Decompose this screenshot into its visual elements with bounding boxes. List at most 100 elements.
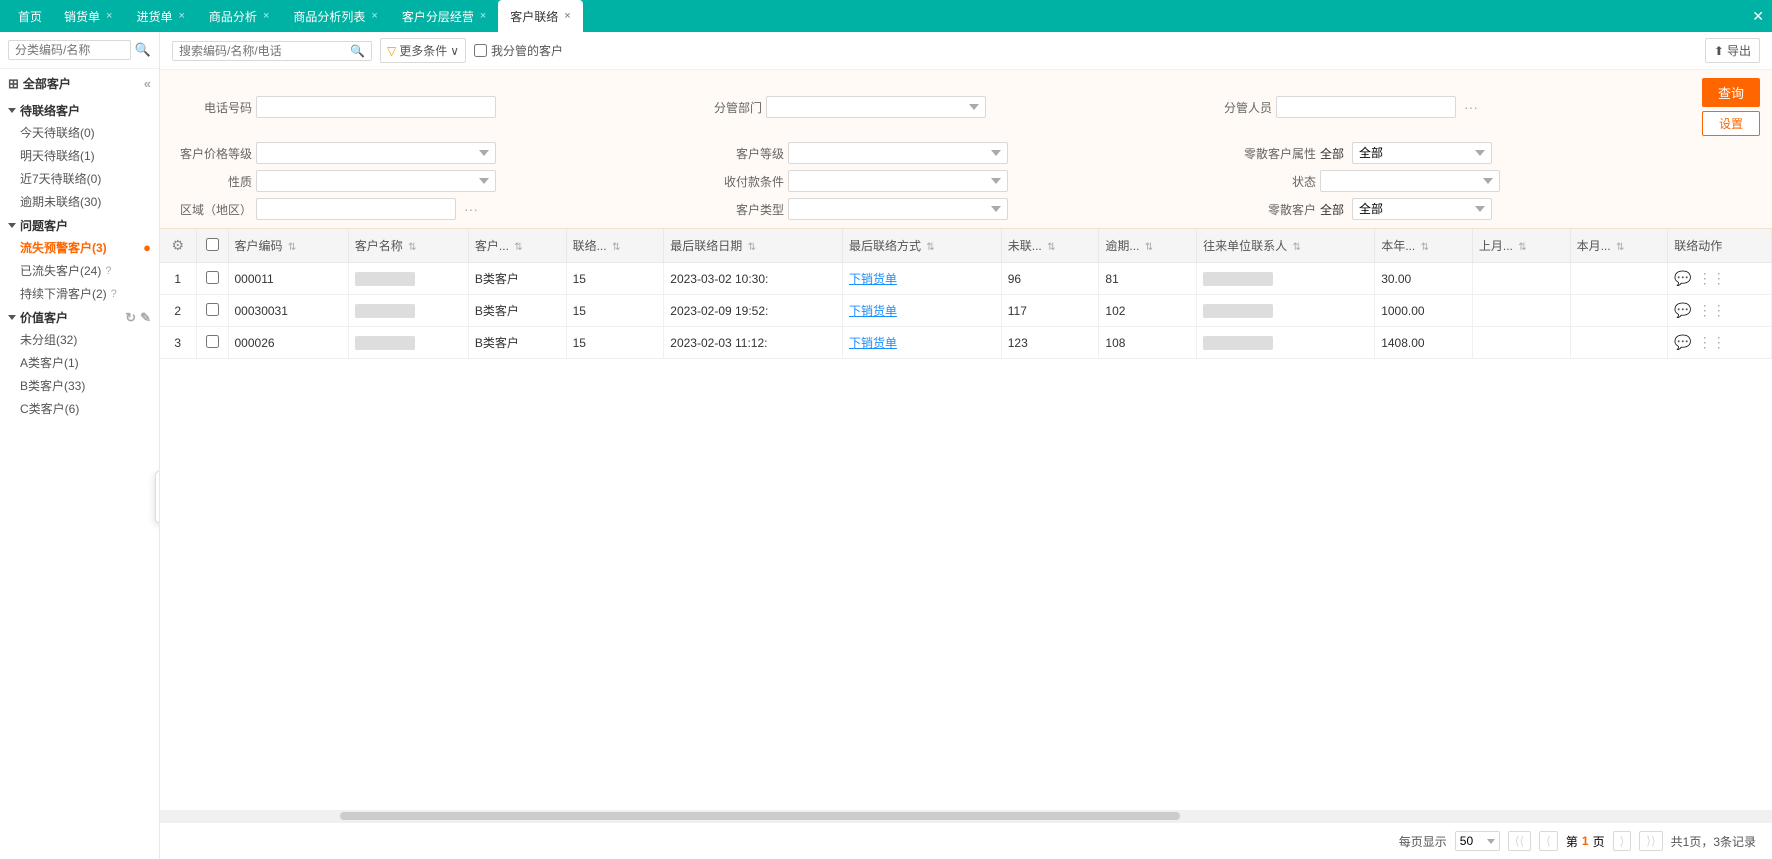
price-level-select[interactable] bbox=[256, 142, 496, 164]
payment-select[interactable] bbox=[788, 170, 1008, 192]
sidebar-item-a-class[interactable]: A类客户(1) bbox=[0, 351, 159, 374]
horizontal-scrollbar[interactable] bbox=[160, 810, 1772, 822]
sidebar-item-declining[interactable]: 持续下滑客户(2) ? bbox=[0, 282, 159, 305]
my-customers-check[interactable]: 我分管的客户 bbox=[474, 42, 563, 59]
close-tab-customer-segment[interactable]: × bbox=[480, 10, 486, 22]
close-tab-product-analysis[interactable]: × bbox=[263, 10, 269, 22]
sidebar-root[interactable]: ⊞ 全部客户 « bbox=[0, 69, 159, 98]
filter-cell-dept: 分管部门 bbox=[682, 96, 1184, 118]
row1-more-icon[interactable]: ⋮⋮ bbox=[1698, 270, 1726, 287]
tab-home[interactable]: 首页 bbox=[8, 8, 52, 25]
retail-cust-label: 零散客户 bbox=[1236, 201, 1316, 218]
col-last-month[interactable]: 上月... ⇅ bbox=[1472, 229, 1570, 263]
col-name[interactable]: 客户名称 ⇅ bbox=[348, 229, 468, 263]
edit-value-icon[interactable]: ✎ bbox=[140, 310, 151, 326]
col-person[interactable]: 往来单位联系人 ⇅ bbox=[1197, 229, 1375, 263]
person-dots-btn[interactable]: ··· bbox=[1460, 99, 1482, 115]
info-icon-declining[interactable]: ? bbox=[111, 288, 117, 300]
retail-attr-select[interactable]: 全部 bbox=[1352, 142, 1492, 164]
col-unlinked[interactable]: 未联... ⇅ bbox=[1001, 229, 1099, 263]
search-input[interactable] bbox=[179, 44, 346, 58]
region-dots-btn[interactable]: ··· bbox=[460, 201, 482, 217]
cust-level-select[interactable] bbox=[788, 142, 1008, 164]
col-this-month[interactable]: 本月... ⇅ bbox=[1570, 229, 1668, 263]
sidebar-pending-contact[interactable]: 待联络客户 bbox=[0, 98, 159, 121]
close-tab-customer-contact[interactable]: × bbox=[564, 10, 570, 22]
person-input[interactable] bbox=[1276, 96, 1456, 118]
export-btn[interactable]: ⬆ 导出 bbox=[1705, 38, 1760, 63]
row3-method-link[interactable]: 下销货单 bbox=[849, 336, 897, 350]
col-contact[interactable]: 联络... ⇅ bbox=[566, 229, 664, 263]
query-btn[interactable]: 查询 bbox=[1702, 78, 1760, 107]
sidebar-item-c-class[interactable]: C类客户(6) bbox=[0, 397, 159, 420]
refresh-value-icon[interactable]: ↻ bbox=[125, 310, 136, 326]
select-all-checkbox[interactable] bbox=[206, 238, 219, 251]
tab-product-analysis[interactable]: 商品分析 × bbox=[197, 0, 281, 32]
row2-more-icon[interactable]: ⋮⋮ bbox=[1698, 302, 1726, 319]
col-last-date[interactable]: 最后联络日期 ⇅ bbox=[664, 229, 843, 263]
cust-type-select[interactable] bbox=[788, 198, 1008, 220]
tab-sales[interactable]: 销货单 × bbox=[52, 0, 124, 32]
row2-method-link[interactable]: 下销货单 bbox=[849, 304, 897, 318]
row1-chat-icon[interactable]: 💬 bbox=[1674, 270, 1691, 287]
sidebar-item-today[interactable]: 今天待联络(0) bbox=[0, 121, 159, 144]
column-settings-icon[interactable]: ⚙ bbox=[171, 237, 184, 253]
scroll-thumb[interactable] bbox=[340, 812, 1180, 820]
tab-customer-segment[interactable]: 客户分层经营 × bbox=[390, 0, 498, 32]
row1-action: 💬 ⋮⋮ bbox=[1668, 263, 1772, 295]
sidebar-problem-customers[interactable]: 问题客户 bbox=[0, 213, 159, 236]
sidebar-collapse-btn[interactable]: « bbox=[144, 76, 151, 91]
row2-select[interactable] bbox=[206, 303, 219, 316]
nature-select[interactable] bbox=[256, 170, 496, 192]
table-header-row: ⚙ 客户编码 ⇅ 客户名称 ⇅ bbox=[160, 229, 1772, 263]
sidebar-item-overdue[interactable]: 逾期未联络(30) bbox=[0, 190, 159, 213]
more-conditions-btn[interactable]: ▽ 更多条件 ∨ bbox=[380, 38, 466, 63]
sidebar-item-tomorrow[interactable]: 明天待联络(1) bbox=[0, 144, 159, 167]
prev-page-btn[interactable]: ⟨ bbox=[1539, 831, 1558, 851]
close-tab-product-list[interactable]: × bbox=[371, 10, 377, 22]
region-input[interactable] bbox=[256, 198, 456, 220]
search-icon[interactable]: 🔍 bbox=[350, 44, 365, 58]
settings-btn[interactable]: 设置 bbox=[1702, 111, 1760, 136]
phone-input[interactable] bbox=[256, 96, 496, 118]
close-tab-purchase[interactable]: × bbox=[178, 10, 184, 22]
my-customers-checkbox[interactable] bbox=[474, 44, 487, 57]
row2-year: 1000.00 bbox=[1375, 295, 1473, 327]
close-window-btn[interactable]: ✕ bbox=[1752, 8, 1764, 25]
col-last-method[interactable]: 最后联络方式 ⇅ bbox=[842, 229, 1001, 263]
sidebar-search-icon[interactable]: 🔍 bbox=[135, 42, 151, 58]
sidebar-item-churn-risk[interactable]: 流失预警客户(3) ● bbox=[0, 236, 159, 259]
first-page-btn[interactable]: ⟨⟨ bbox=[1508, 831, 1531, 851]
sidebar-item-7days[interactable]: 近7天待联络(0) bbox=[0, 167, 159, 190]
col-year[interactable]: 本年... ⇅ bbox=[1375, 229, 1473, 263]
retail-cust-select[interactable]: 全部 bbox=[1352, 198, 1492, 220]
close-tab-sales[interactable]: × bbox=[106, 10, 112, 22]
sidebar-search-input[interactable] bbox=[8, 40, 131, 60]
tab-customer-contact[interactable]: 客户联络 × bbox=[498, 0, 582, 32]
sort-icon-last-date: ⇅ bbox=[748, 242, 756, 253]
tab-product-list[interactable]: 商品分析列表 × bbox=[281, 0, 389, 32]
row1-method-link[interactable]: 下销货单 bbox=[849, 272, 897, 286]
dept-select[interactable] bbox=[766, 96, 986, 118]
col-code[interactable]: 客户编码 ⇅ bbox=[228, 229, 348, 263]
sidebar-value-customers[interactable]: 价值客户 ↻ ✎ bbox=[0, 305, 159, 328]
sidebar-item-b-class[interactable]: B类客户(33) bbox=[0, 374, 159, 397]
sidebar-item-ungrouped[interactable]: 未分组(32) bbox=[0, 328, 159, 351]
filter-cell-region: 区域（地区） ··· bbox=[172, 198, 696, 220]
next-page-btn[interactable]: ⟩ bbox=[1613, 831, 1632, 851]
row2-chat-icon[interactable]: 💬 bbox=[1674, 302, 1691, 319]
row1-select[interactable] bbox=[206, 271, 219, 284]
row3-select[interactable] bbox=[206, 335, 219, 348]
status-label: 状态 bbox=[1236, 173, 1316, 190]
col-type[interactable]: 客户... ⇅ bbox=[468, 229, 566, 263]
warn-info-icon[interactable]: ● bbox=[143, 240, 151, 255]
row3-chat-icon[interactable]: 💬 bbox=[1674, 334, 1691, 351]
last-page-btn[interactable]: ⟩⟩ bbox=[1639, 831, 1662, 851]
sidebar-item-churned[interactable]: 已流失客户(24) ? bbox=[0, 259, 159, 282]
info-icon-churned[interactable]: ? bbox=[105, 265, 111, 277]
col-overdue[interactable]: 逾期... ⇅ bbox=[1099, 229, 1197, 263]
status-select[interactable] bbox=[1320, 170, 1500, 192]
tab-purchase[interactable]: 进货单 × bbox=[124, 0, 196, 32]
row3-more-icon[interactable]: ⋮⋮ bbox=[1698, 334, 1726, 351]
page-size-select[interactable]: 50 100 200 bbox=[1455, 831, 1500, 851]
